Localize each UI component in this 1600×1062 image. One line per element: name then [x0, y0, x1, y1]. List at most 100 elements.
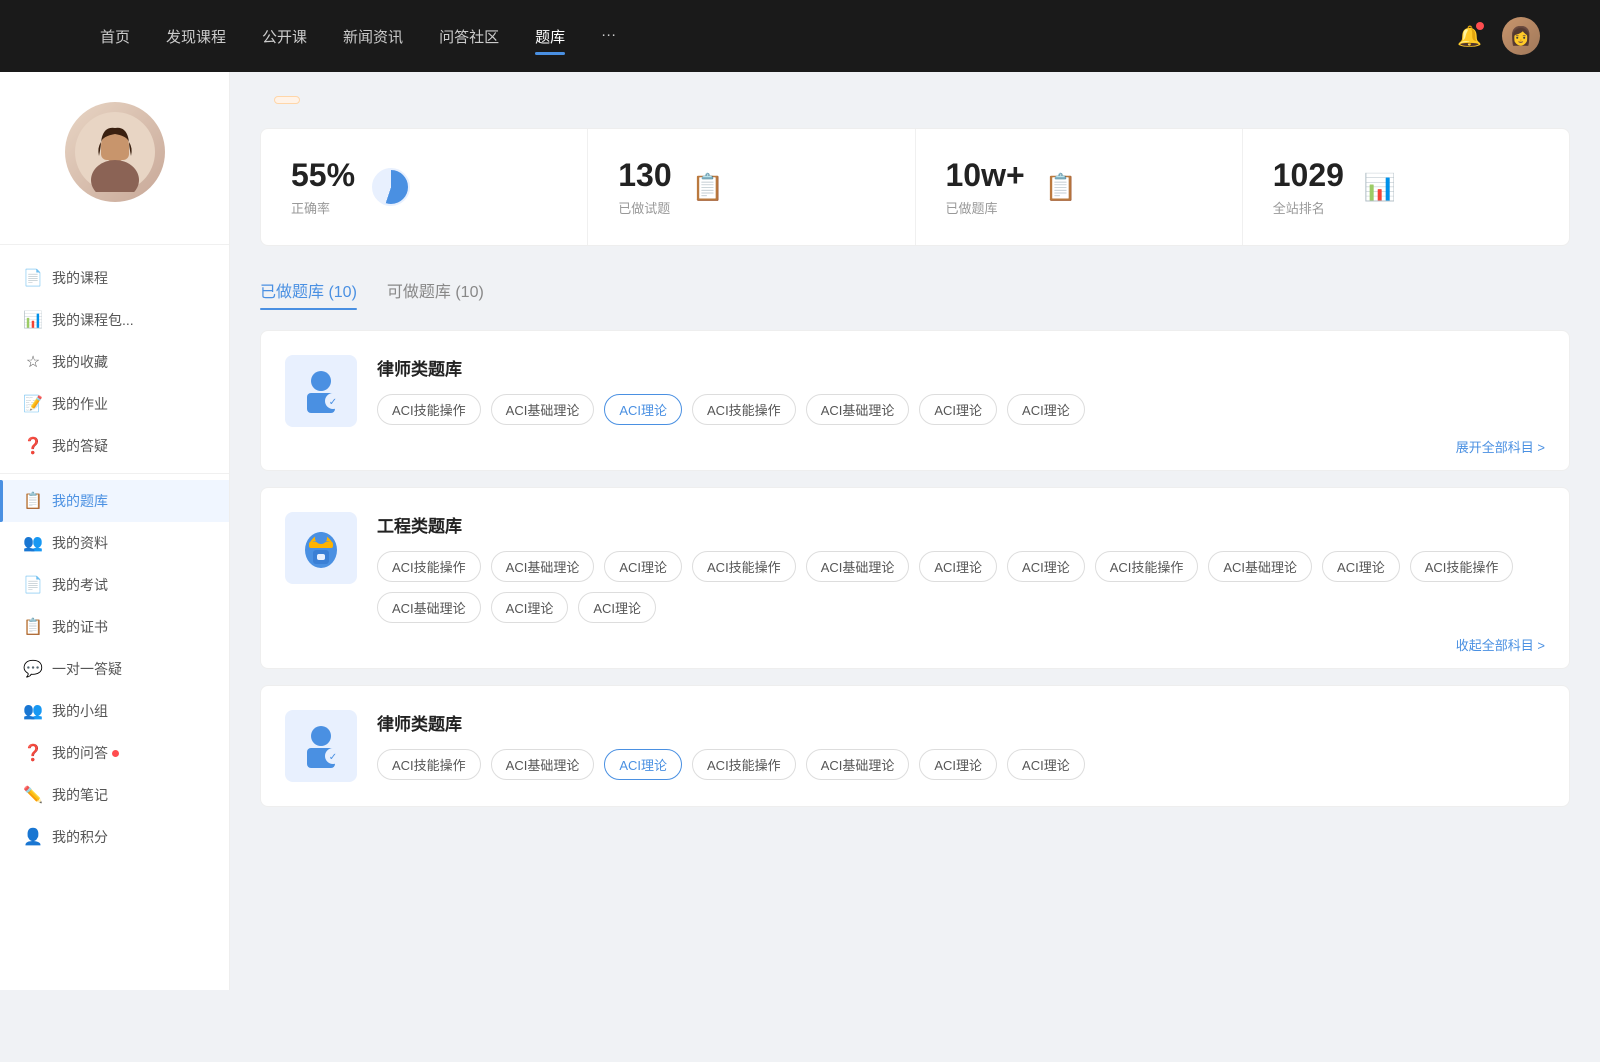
qbank-title-1: 工程类题库: [377, 512, 1545, 537]
qbank-tag-0-4[interactable]: ACI基础理论: [806, 394, 910, 425]
qbank-tag-1-0[interactable]: ACI技能操作: [377, 551, 481, 582]
qbank-tag-1-4[interactable]: ACI基础理论: [806, 551, 910, 582]
stat-label-3: 全站排名: [1273, 198, 1344, 217]
qbank-tag-1-2[interactable]: ACI理论: [604, 551, 682, 582]
sidebar-icon-7: 📄: [24, 576, 42, 594]
qbank-tag-1-6[interactable]: ACI理论: [1007, 551, 1085, 582]
sidebar-icon-12: ✏️: [24, 786, 42, 804]
svg-text:✓: ✓: [329, 397, 337, 408]
sidebar-icon-11: ❓: [24, 744, 42, 762]
notification-bell[interactable]: 🔔: [1457, 24, 1482, 49]
sidebar-label-12: 我的笔记: [52, 785, 108, 805]
qbank-body-0: 律师类题库 ACI技能操作ACI基础理论ACI理论ACI技能操作ACI基础理论A…: [377, 355, 1545, 456]
sidebar-item-5[interactable]: 📋 我的题库: [0, 480, 229, 522]
qbank-tag-1-7[interactable]: ACI技能操作: [1095, 551, 1199, 582]
qbank-tag-0-5[interactable]: ACI理论: [919, 394, 997, 425]
qbank-tag-2-4[interactable]: ACI基础理论: [806, 749, 910, 780]
qbank-tag-1-11[interactable]: ACI基础理论: [377, 592, 481, 623]
qbank-tag-2-3[interactable]: ACI技能操作: [692, 749, 796, 780]
nav-item-新闻资讯[interactable]: 新闻资讯: [343, 22, 403, 51]
trial-badge: [274, 96, 300, 104]
sidebar-label-13: 我的积分: [52, 827, 108, 847]
qbank-tag-2-5[interactable]: ACI理论: [919, 749, 997, 780]
qbank-tag-1-5[interactable]: ACI理论: [919, 551, 997, 582]
sidebar-item-6[interactable]: 👥 我的资料: [0, 522, 229, 564]
sidebar-item-8[interactable]: 📋 我的证书: [0, 606, 229, 648]
qbank-tag-0-6[interactable]: ACI理论: [1007, 394, 1085, 425]
nav-item-公开课[interactable]: 公开课: [262, 22, 307, 51]
topnav-right: 🔔 👩: [1437, 17, 1560, 55]
nav-item-题库[interactable]: 题库: [535, 22, 565, 51]
qbank-tags-0: ACI技能操作 ACI基础理论 ACI理论 ACI技能操作 ACI基础理论 ACI理论 AC…: [377, 394, 1545, 425]
notification-dot: [112, 750, 119, 757]
stat-item-2: 10w+ 已做题库 📋: [916, 129, 1243, 245]
qbank-tag-1-3[interactable]: ACI技能操作: [692, 551, 796, 582]
qbank-card-0: ✓ 律师类题库 ACI技能操作ACI基础理论ACI理论ACI技能操作ACI基础理…: [260, 330, 1570, 471]
sidebar-item-10[interactable]: 👥 我的小组: [0, 690, 229, 732]
sidebar-icon-4: ❓: [24, 437, 42, 455]
sidebar-label-4: 我的答疑: [52, 436, 108, 456]
qbank-tag-0-1[interactable]: ACI基础理论: [491, 394, 595, 425]
stat-text-3: 1029 全站排名: [1273, 157, 1344, 217]
sidebar-icon-2: ☆: [24, 353, 42, 371]
sidebar-label-1: 我的课程包...: [52, 310, 134, 330]
qbank-tag-0-3[interactable]: ACI技能操作: [692, 394, 796, 425]
qbank-icon-2: ✓: [285, 710, 357, 782]
qbank-tag-2-1[interactable]: ACI基础理论: [491, 749, 595, 780]
sidebar-icon-1: 📊: [24, 311, 42, 329]
sidebar-item-13[interactable]: 👤 我的积分: [0, 816, 229, 858]
qbank-tag-1-9[interactable]: ACI理论: [1322, 551, 1400, 582]
stat-item-0: 55% 正确率: [261, 129, 588, 245]
stat-text-0: 55% 正确率: [291, 157, 355, 217]
qbank-tag-0-0[interactable]: ACI技能操作: [377, 394, 481, 425]
sidebar-label-8: 我的证书: [52, 617, 108, 637]
tab-1[interactable]: 可做题库 (10): [387, 270, 484, 310]
user-avatar[interactable]: 👩: [1502, 17, 1540, 55]
nav-item-···[interactable]: ···: [601, 22, 616, 51]
sidebar-item-11[interactable]: ❓ 我的问答: [0, 732, 229, 774]
lawyer-icon: ✓: [295, 720, 347, 772]
sidebar-item-7[interactable]: 📄 我的考试: [0, 564, 229, 606]
qbank-icon-1: [285, 512, 357, 584]
stat-label-0: 正确率: [291, 198, 355, 217]
sidebar-item-12[interactable]: ✏️ 我的笔记: [0, 774, 229, 816]
stat-value-1: 130: [618, 157, 671, 194]
qbank-footer-1[interactable]: 收起全部科目 >: [377, 635, 1545, 654]
stat-item-3: 1029 全站排名 📊: [1243, 129, 1569, 245]
nav-item-首页[interactable]: 首页: [100, 22, 130, 51]
sidebar-icon-5: 📋: [24, 492, 42, 510]
qbank-tag-1-10[interactable]: ACI技能操作: [1410, 551, 1514, 582]
sidebar-item-3[interactable]: 📝 我的作业: [0, 383, 229, 425]
qbank-tag-2-0[interactable]: ACI技能操作: [377, 749, 481, 780]
qbank-list: ✓ 律师类题库 ACI技能操作ACI基础理论ACI理论ACI技能操作ACI基础理…: [260, 330, 1570, 807]
sidebar-divider: [0, 473, 229, 474]
qbank-card-2: ✓ 律师类题库 ACI技能操作ACI基础理论ACI理论ACI技能操作ACI基础理…: [260, 685, 1570, 807]
qbank-tag-1-13[interactable]: ACI理论: [578, 592, 656, 623]
stat-label-1: 已做试题: [618, 198, 671, 217]
bell-dot: [1476, 22, 1484, 30]
qbank-tag-1-1[interactable]: ACI基础理论: [491, 551, 595, 582]
qbank-tag-1-8[interactable]: ACI基础理论: [1208, 551, 1312, 582]
qbank-tag-0-2[interactable]: ACI理论: [604, 394, 682, 425]
qbank-tag-2-6[interactable]: ACI理论: [1007, 749, 1085, 780]
sidebar-label-10: 我的小组: [52, 701, 108, 721]
tab-0[interactable]: 已做题库 (10): [260, 270, 357, 310]
qbank-tag-1-12[interactable]: ACI理论: [491, 592, 569, 623]
nav-item-发现课程[interactable]: 发现课程: [166, 22, 226, 51]
sidebar-item-1[interactable]: 📊 我的课程包...: [0, 299, 229, 341]
sidebar-item-2[interactable]: ☆ 我的收藏: [0, 341, 229, 383]
profile-avatar: [65, 102, 165, 202]
qbank-body-2: 律师类题库 ACI技能操作ACI基础理论ACI理论ACI技能操作ACI基础理论A…: [377, 710, 1545, 792]
stat-value-3: 1029: [1273, 157, 1344, 194]
nav-item-问答社区[interactable]: 问答社区: [439, 22, 499, 51]
sidebar-item-9[interactable]: 💬 一对一答疑: [0, 648, 229, 690]
topnav: 首页 发现课程 公开课 新闻资讯 问答社区 题库 ··· 🔔 👩: [0, 0, 1600, 72]
qbank-tag-2-2[interactable]: ACI理论: [604, 749, 682, 780]
page-header: [260, 96, 1570, 104]
qbank-footer-0[interactable]: 展开全部科目 >: [377, 437, 1545, 456]
layout: 📄 我的课程 📊 我的课程包... ☆ 我的收藏 📝 我的作业 ❓ 我的答疑 📋…: [0, 72, 1600, 990]
sidebar-item-0[interactable]: 📄 我的课程: [0, 257, 229, 299]
lawyer-icon: ✓: [295, 365, 347, 417]
sidebar-item-4[interactable]: ❓ 我的答疑: [0, 425, 229, 467]
sidebar-label-7: 我的考试: [52, 575, 108, 595]
